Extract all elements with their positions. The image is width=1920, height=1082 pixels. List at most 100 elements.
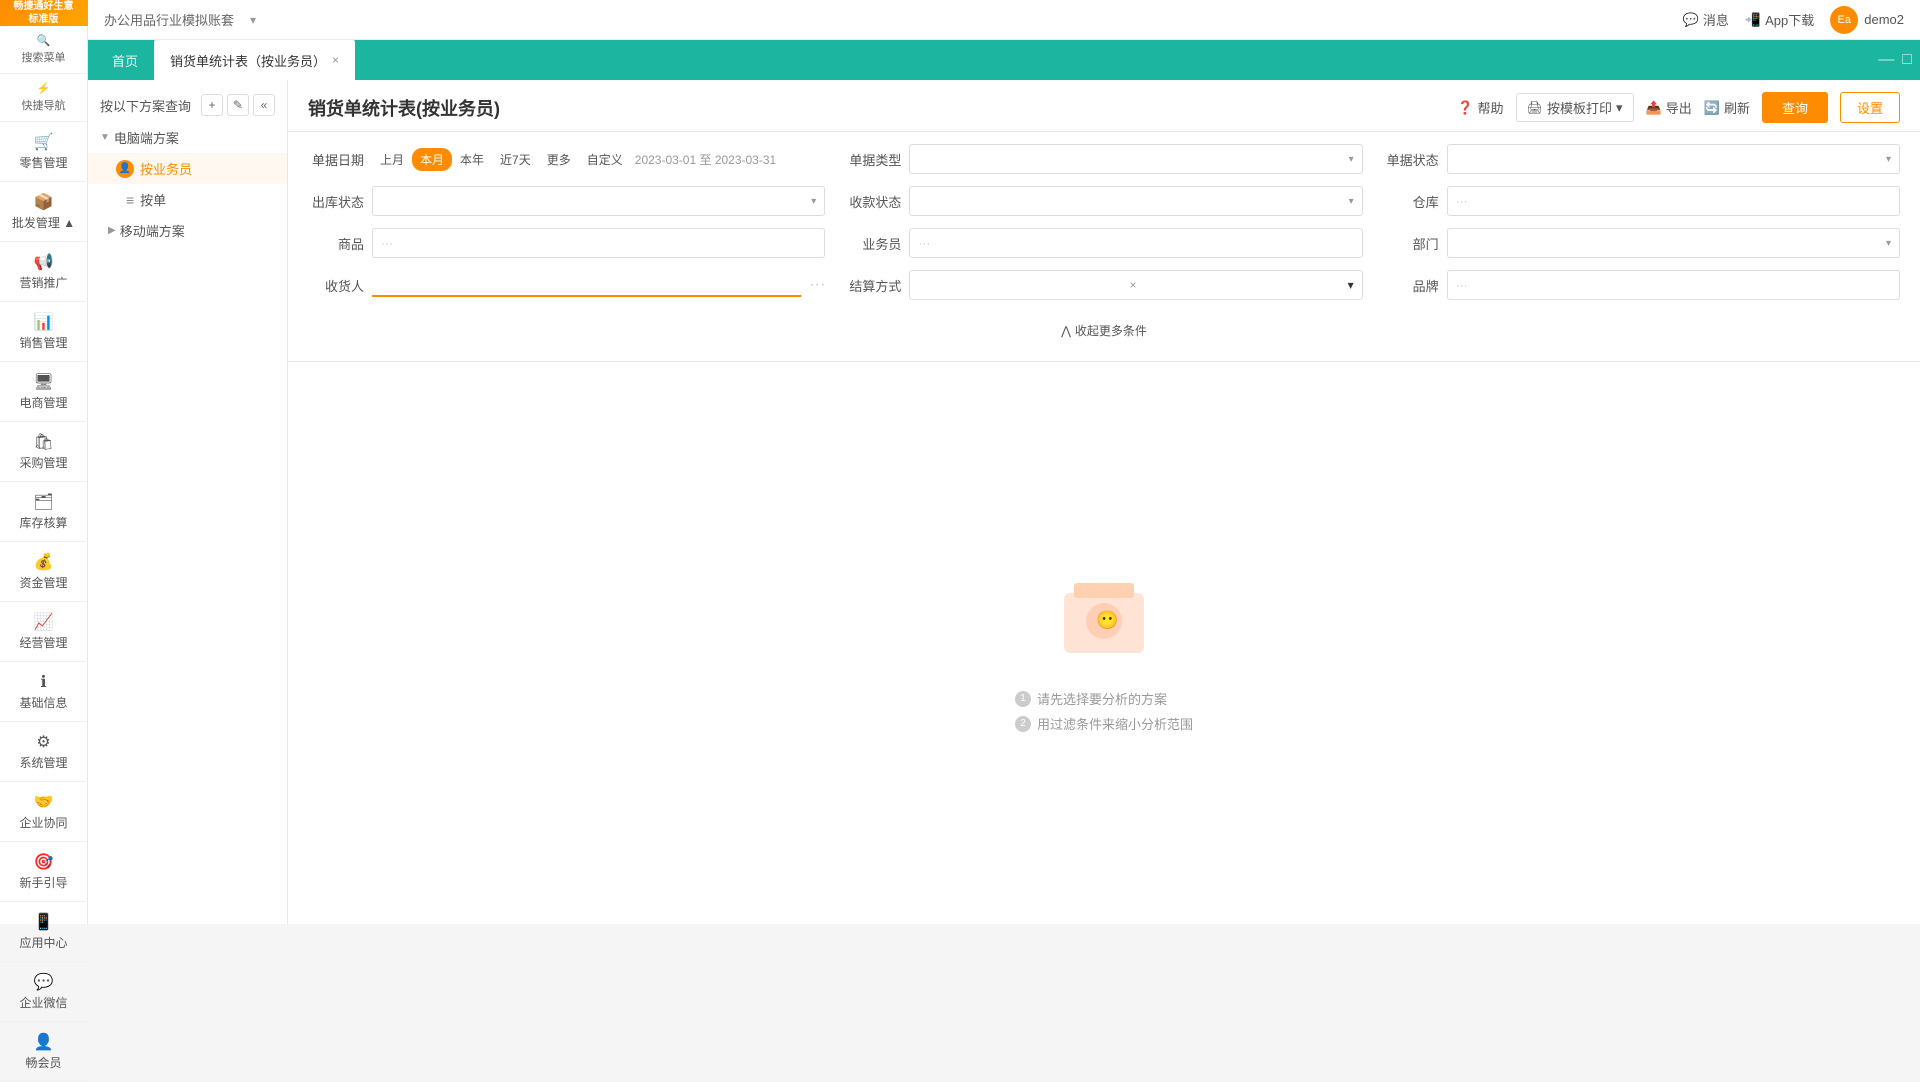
main-area: 办公用品行业模拟账套 ▾ 💬 消息 📲 App下载 Ea demo2 首页 销货… [88, 0, 1920, 924]
sidebar-item-appstore[interactable]: 📱 应用中心 [0, 902, 88, 962]
collab-icon: 🤝 [34, 792, 54, 812]
system-icon: ⚙ [36, 732, 50, 752]
scheme-header-label: 按以下方案查询 [100, 96, 191, 115]
warehouse-label: 仓库 [1383, 192, 1439, 211]
scheme-group-mobile: ▶ 移动端方案 [88, 215, 287, 246]
help-btn[interactable]: ❓ 帮助 [1457, 98, 1503, 117]
sidebar-logo-text: 畅捷通好生意 [14, 0, 74, 13]
tab-sales-stat-label: 销货单统计表（按业务员） [170, 51, 326, 70]
settlement-arrow-icon: ▾ [1348, 278, 1354, 292]
settings-button[interactable]: 设置 [1840, 92, 1900, 123]
sidebar-item-member-label: 畅会员 [25, 1054, 61, 1071]
content-area: 按以下方案查询 + ✎ « ▼ 电脑端方案 [88, 80, 1920, 924]
scheme-edit-btn[interactable]: ✎ [227, 94, 249, 116]
filter-settlement: 结算方式 × ▾ [845, 270, 1362, 300]
purchase-icon: 🛍 [33, 432, 53, 452]
sidebar-item-retail[interactable]: 🛒 零售管理 [0, 122, 88, 182]
tab-maximize-btn[interactable]: □ [1902, 51, 1912, 69]
query-button[interactable]: 查询 [1762, 92, 1828, 123]
download-icon: 📲 [1745, 12, 1761, 28]
settlement-clear-icon[interactable]: × [1129, 278, 1136, 292]
refresh-btn[interactable]: 🔄 刷新 [1704, 98, 1750, 117]
retail-icon: 🛒 [34, 132, 54, 152]
scheme-add-btn[interactable]: + [201, 94, 223, 116]
message-btn[interactable]: 💬 消息 [1683, 10, 1729, 29]
sidebar-item-member[interactable]: 👤 畅会员 [0, 1022, 88, 1082]
date-tab-7days[interactable]: 近7天 [492, 148, 539, 171]
scheme-group-pc: ▼ 电脑端方案 👤 按业务员 ≡ 按单 [88, 122, 287, 215]
sidebar-item-collab[interactable]: 🤝 企业协同 [0, 782, 88, 842]
sidebar-item-inventory[interactable]: 🗂 库存核算 [0, 482, 88, 542]
scheme-actions: + ✎ « [201, 94, 275, 116]
empty-tip-1-label: 请先选择要分析的方案 [1037, 689, 1167, 708]
sidebar-search-label: 搜索菜单 [22, 49, 66, 65]
sidebar-item-wholesale[interactable]: 📦 批发管理 ▲ [0, 182, 88, 242]
sidebar-item-guide[interactable]: 🎯 新手引导 [0, 842, 88, 902]
scheme-item-by-salesperson[interactable]: 👤 按业务员 [88, 153, 287, 184]
sidebar-item-marketing-label: 营销推广 [19, 274, 67, 291]
product-select[interactable]: ··· [372, 228, 825, 258]
receiver-label: 收货人 [308, 276, 364, 295]
sidebar-nav-label: 快捷导航 [22, 97, 66, 113]
tab-close-icon[interactable]: × [332, 53, 339, 67]
sidebar-item-ecom[interactable]: 🖥 电商管理 [0, 362, 88, 422]
collapse-conditions-btn[interactable]: ⋀ 收起更多条件 [1041, 316, 1167, 345]
doc-type-arrow-icon: ▾ [1349, 154, 1354, 165]
user-name: demo2 [1864, 12, 1904, 27]
operations-icon: 📈 [34, 612, 54, 632]
print-icon: 🖨 [1527, 100, 1544, 116]
date-tab-more[interactable]: 更多 [539, 148, 579, 171]
scheme-group-pc-header[interactable]: ▼ 电脑端方案 [88, 122, 287, 153]
pay-status-select[interactable]: ▾ [909, 186, 1362, 216]
sidebar-item-finance[interactable]: 💰 资金管理 [0, 542, 88, 602]
warehouse-select[interactable]: ··· [1447, 186, 1900, 216]
dept-select[interactable]: ▾ [1447, 228, 1900, 258]
sidebar-item-basic[interactable]: ℹ 基础信息 [0, 662, 88, 722]
ship-status-select[interactable]: ▾ [372, 186, 825, 216]
tab-minimize-btn[interactable]: — [1878, 51, 1894, 69]
salesperson-label: 业务员 [845, 234, 901, 253]
doc-status-select[interactable]: ▾ [1447, 144, 1900, 174]
topbar-dropdown[interactable]: ▾ [250, 13, 256, 27]
sidebar-item-wechat[interactable]: 💬 企业微信 [0, 962, 88, 1022]
left-panel: 按以下方案查询 + ✎ « ▼ 电脑端方案 [88, 80, 288, 924]
tab-home[interactable]: 首页 [96, 40, 154, 80]
brand-select[interactable]: ··· [1447, 270, 1900, 300]
sidebar-search[interactable]: 🔍 搜索菜单 [0, 26, 88, 74]
export-btn[interactable]: 📤 导出 [1646, 98, 1692, 117]
sidebar-item-purchase[interactable]: 🛍 采购管理 [0, 422, 88, 482]
guide-icon: 🎯 [34, 852, 54, 872]
doc-status-arrow-icon: ▾ [1886, 154, 1891, 165]
scheme-item-by-order[interactable]: ≡ 按单 [88, 184, 287, 215]
user-avatar[interactable]: Ea demo2 [1830, 6, 1904, 34]
settlement-select[interactable]: × ▾ [909, 270, 1362, 300]
wholesale-icon: 📦 [34, 192, 54, 212]
date-tab-thismonth[interactable]: 本月 [412, 148, 452, 171]
inventory-icon: 🗂 [33, 492, 53, 512]
scheme-group-mobile-header[interactable]: ▶ 移动端方案 [88, 215, 287, 246]
date-tab-thisyear[interactable]: 本年 [452, 148, 492, 171]
appstore-icon: 📱 [34, 912, 54, 932]
help-label: 帮助 [1477, 98, 1503, 117]
date-tab-custom[interactable]: 自定义 [579, 148, 631, 171]
doc-type-select[interactable]: ▾ [909, 144, 1362, 174]
date-tab-lastmonth[interactable]: 上月 [372, 148, 412, 171]
sidebar-item-marketing[interactable]: 📢 营销推广 [0, 242, 88, 302]
receiver-input[interactable] [372, 273, 801, 297]
sidebar-item-sales[interactable]: 📊 销售管理 [0, 302, 88, 362]
collapse-chevron-icon: ⋀ [1061, 324, 1071, 338]
edit-icon: ✎ [233, 98, 243, 112]
filter-ship-status: 出库状态 ▾ [308, 186, 825, 216]
scheme-collapse-btn[interactable]: « [253, 94, 275, 116]
receiver-dots[interactable]: ··· [809, 276, 825, 294]
sidebar-item-operations[interactable]: 📈 经营管理 [0, 602, 88, 662]
sidebar-item-ecom-label: 电商管理 [19, 394, 67, 411]
tab-sales-stat[interactable]: 销货单统计表（按业务员） × [154, 40, 355, 80]
sidebar-item-system[interactable]: ⚙ 系统管理 [0, 722, 88, 782]
sidebar-item-system-label: 系统管理 [19, 754, 67, 771]
sidebar-quicknav[interactable]: ⚡ 快捷导航 [0, 74, 88, 122]
salesperson-select[interactable]: ··· [909, 228, 1362, 258]
sidebar-item-wechat-label: 企业微信 [19, 994, 67, 1011]
print-btn[interactable]: 🖨 按模板打印 ▾ [1516, 93, 1634, 122]
app-download-btn[interactable]: 📲 App下载 [1745, 10, 1814, 29]
